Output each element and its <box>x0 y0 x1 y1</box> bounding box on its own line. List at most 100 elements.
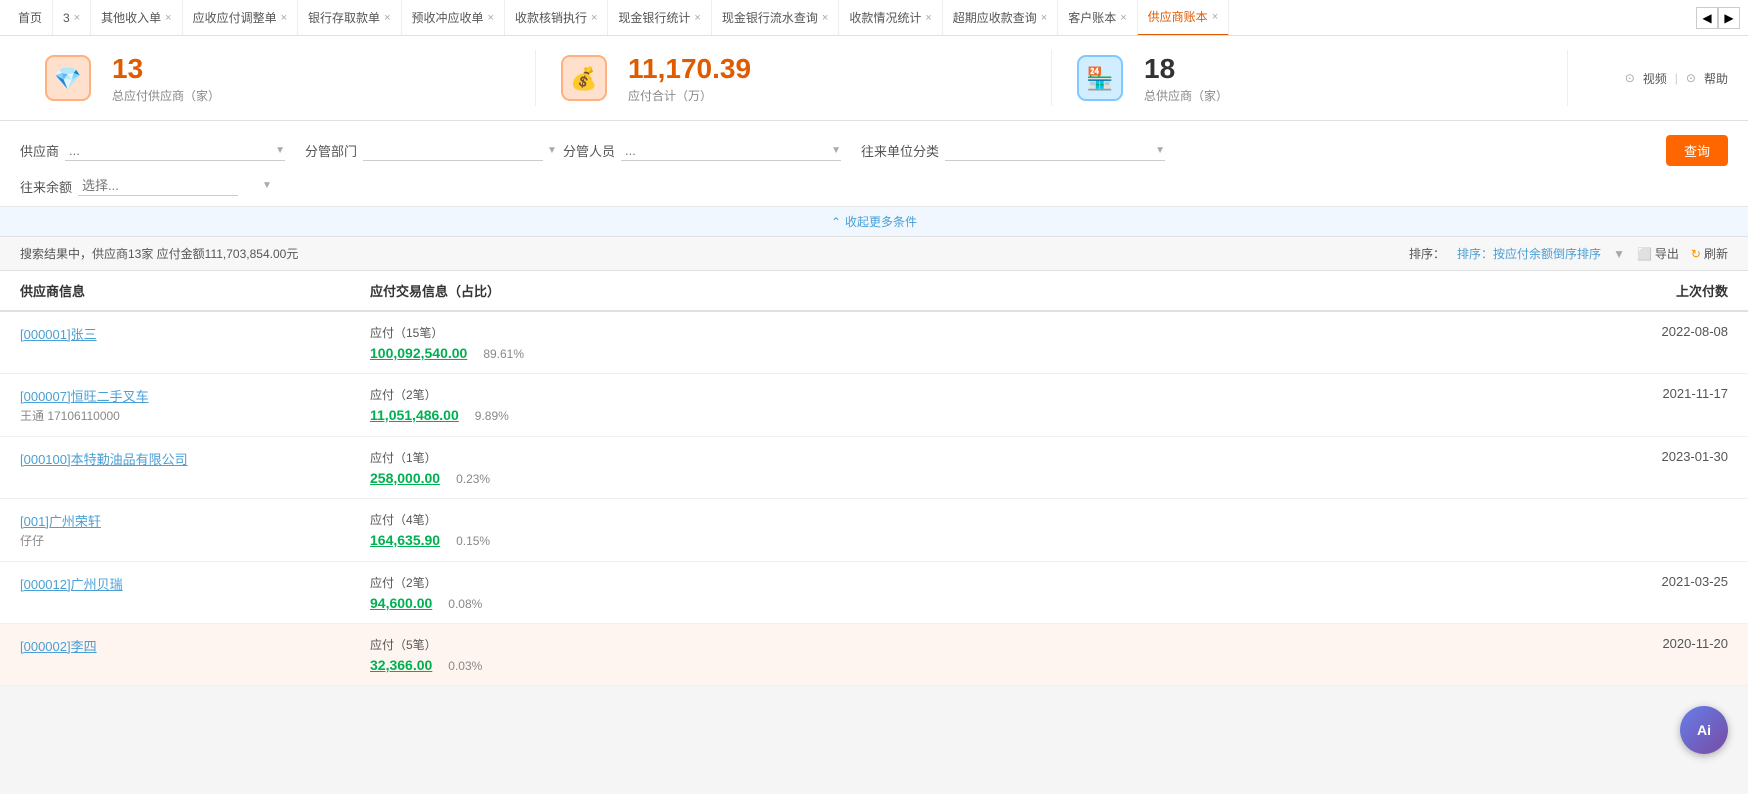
close-icon[interactable]: × <box>1120 12 1126 24</box>
tx-amount-3[interactable]: 164,635.90 <box>370 532 440 548</box>
nav-tab-collection-stat-label: 收款情况统计 <box>849 9 921 26</box>
nav-tab-prepayment-label: 预收冲应收单 <box>412 9 484 26</box>
person-input[interactable] <box>621 141 831 160</box>
divider: | <box>1675 71 1678 85</box>
supplier-name-link-2[interactable]: [000100]本特勤油品有限公司 <box>20 449 370 468</box>
collapse-button[interactable]: ⌃ 收起更多条件 <box>0 206 1748 236</box>
nav-tab-supplier-ledger-label: 供应商账本 <box>1148 8 1208 25</box>
nav-tab-3[interactable]: 3 × <box>53 0 91 36</box>
close-icon[interactable]: × <box>281 12 287 24</box>
supplier-filter: 供应商 ▼ <box>20 141 285 161</box>
col-header-supplier: 供应商信息 <box>20 281 370 300</box>
supplier-dropdown[interactable]: ▼ <box>65 141 285 161</box>
tx-amount-0[interactable]: 100,092,540.00 <box>370 345 467 361</box>
last-payment-5: 2020-11-20 <box>1528 636 1728 651</box>
refresh-label: 刷新 <box>1704 245 1728 262</box>
nav-tab-collection[interactable]: 收款核销执行 × <box>505 0 608 36</box>
close-icon[interactable]: × <box>822 12 828 24</box>
nav-tab-other-income[interactable]: 其他收入单 × <box>91 0 182 36</box>
category-dropdown[interactable]: ▼ <box>945 141 1165 161</box>
table-row: [001]广州荣轩 仔仔 应付（4笔） 164,635.90 0.15% <box>0 499 1748 562</box>
last-date-0: 2022-08-08 <box>1662 324 1729 339</box>
dept-input[interactable] <box>363 141 547 160</box>
dept-dropdown[interactable]: ▼ <box>363 141 543 161</box>
tx-info-0: 100,092,540.00 89.61% <box>370 345 1528 361</box>
nav-tab-3-label: 3 <box>63 11 70 25</box>
result-text: 搜索结果中，供应商13家 应付金额111,703,854.00元 <box>20 245 298 262</box>
nav-tab-customer-ledger[interactable]: 客户账本 × <box>1058 0 1137 36</box>
close-icon[interactable]: × <box>488 12 494 24</box>
tx-label-1: 应付（2笔） <box>370 386 1528 403</box>
tx-amount-1[interactable]: 11,051,486.00 <box>370 407 459 423</box>
nav-tab-overdue[interactable]: 超期应收款查询 × <box>943 0 1058 36</box>
category-dropdown-arrow[interactable]: ▼ <box>1155 145 1165 156</box>
tx-amount-4[interactable]: 94,600.00 <box>370 595 432 611</box>
dept-dropdown-arrow[interactable]: ▼ <box>547 145 557 156</box>
nav-tab-supplier-ledger[interactable]: 供应商账本 × <box>1138 0 1229 36</box>
last-date-2: 2023-01-30 <box>1662 449 1729 464</box>
help-icon: ⊙ <box>1686 71 1696 85</box>
close-icon[interactable]: × <box>384 12 390 24</box>
supplier-name-link-5[interactable]: [000002]李四 <box>20 636 370 655</box>
help-link[interactable]: 帮助 <box>1704 70 1728 87</box>
close-icon[interactable]: × <box>591 12 597 24</box>
close-icon[interactable]: × <box>74 12 80 24</box>
ai-button[interactable]: Ai <box>1680 706 1728 754</box>
total-suppliers-label: 总供应商（家） <box>1144 87 1228 104</box>
nav-tab-collection-stat[interactable]: 收款情况统计 × <box>839 0 942 36</box>
transaction-info-2: 应付（1笔） 258,000.00 0.23% <box>370 449 1528 486</box>
nav-prev-button[interactable]: ◀ <box>1696 7 1718 29</box>
top-right-links: ⊙ 视频 | ⊙ 帮助 <box>1608 70 1728 87</box>
dept-filter: 分管部门 ▼ <box>305 141 543 161</box>
tx-amount-2[interactable]: 258,000.00 <box>370 470 440 486</box>
nav-tab-collection-label: 收款核销执行 <box>515 9 587 26</box>
close-icon[interactable]: × <box>694 12 700 24</box>
supplier-info-0: [000001]张三 <box>20 324 370 343</box>
filter-row-1: 供应商 ▼ 分管部门 ▼ 分管人员 ▼ 往来单位分类 ▼ <box>20 135 1728 166</box>
nav-tab-home-label: 首页 <box>18 9 42 26</box>
close-icon[interactable]: × <box>165 12 171 24</box>
nav-tab-cash-bank-flow[interactable]: 现金银行流水查询 × <box>712 0 839 36</box>
summary-card-payable-total-content: 11,170.39 应付合计（万） <box>628 52 751 105</box>
transaction-info-3: 应付（4笔） 164,635.90 0.15% <box>370 511 1528 548</box>
balance-filter-label: 往来余额 <box>20 177 72 196</box>
nav-tab-prepayment[interactable]: 预收冲应收单 × <box>402 0 505 36</box>
nav-next-button[interactable]: ▶ <box>1718 7 1740 29</box>
refresh-button[interactable]: ↻ 刷新 <box>1691 245 1728 262</box>
tx-label-0: 应付（15笔） <box>370 324 1528 341</box>
balance-dropdown-arrow[interactable]: ▼ <box>262 180 272 191</box>
export-icon: ⬜ <box>1637 247 1652 261</box>
video-link[interactable]: 视频 <box>1643 70 1667 87</box>
tx-label-5: 应付（5笔） <box>370 636 1528 653</box>
close-icon[interactable]: × <box>1212 11 1218 23</box>
nav-tab-home[interactable]: 首页 <box>8 0 53 36</box>
nav-arrows: ◀ ▶ <box>1696 7 1740 29</box>
tx-amount-5[interactable]: 32,366.00 <box>370 657 432 673</box>
supplier-name-link-3[interactable]: [001]广州荣轩 <box>20 511 370 530</box>
nav-tab-cash-bank-stat-label: 现金银行统计 <box>618 9 690 26</box>
category-input[interactable] <box>945 141 1155 160</box>
supplier-dropdown-arrow[interactable]: ▼ <box>275 145 285 156</box>
search-button[interactable]: 查询 <box>1666 135 1728 166</box>
last-date-4: 2021-03-25 <box>1662 574 1729 589</box>
tx-info-2: 258,000.00 0.23% <box>370 470 1528 486</box>
person-filter-label: 分管人员 <box>563 141 615 160</box>
supplier-name-link-1[interactable]: [000007]恒旺二手叉车 <box>20 386 370 405</box>
balance-dropdown[interactable]: ▼ <box>78 176 238 196</box>
supplier-name-link-4[interactable]: [000012]广州贝瑞 <box>20 574 370 593</box>
close-icon[interactable]: × <box>925 12 931 24</box>
nav-tab-cash-bank-stat[interactable]: 现金银行统计 × <box>608 0 711 36</box>
supplier-input[interactable] <box>65 141 275 160</box>
nav-tab-bank-deposit[interactable]: 银行存取款单 × <box>298 0 401 36</box>
supplier-name-link-0[interactable]: [000001]张三 <box>20 324 370 343</box>
summary-card-payable-total: 💰 11,170.39 应付合计（万） <box>536 50 1052 106</box>
person-dropdown-arrow[interactable]: ▼ <box>831 145 841 156</box>
person-dropdown[interactable]: ▼ <box>621 141 841 161</box>
export-button[interactable]: ⬜ 导出 <box>1637 245 1679 262</box>
nav-tab-ar-ap-adjust[interactable]: 应收应付调整单 × <box>183 0 298 36</box>
close-icon[interactable]: × <box>1041 12 1047 24</box>
balance-filter: 往来余额 ▼ <box>20 176 238 196</box>
sort-button[interactable]: 排序：按应付余额倒序排序 <box>1457 245 1601 262</box>
person-filter: 分管人员 ▼ <box>563 141 841 161</box>
balance-input[interactable] <box>78 176 262 195</box>
